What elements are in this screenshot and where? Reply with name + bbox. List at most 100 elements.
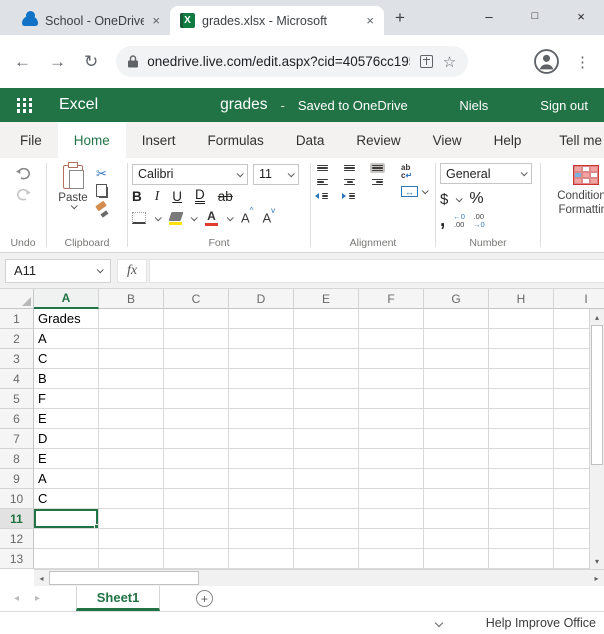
middle-align-icon[interactable] — [342, 163, 357, 173]
wrap-text-icon[interactable]: ab c↵ — [401, 164, 427, 179]
cell-G9[interactable] — [424, 469, 489, 489]
cell-E5[interactable] — [294, 389, 359, 409]
cell-A12[interactable] — [34, 529, 99, 549]
cell-B9[interactable] — [99, 469, 164, 489]
vertical-scrollbar[interactable]: ▴ ▾ — [589, 309, 604, 569]
cell-F10[interactable] — [359, 489, 424, 509]
cell-C10[interactable] — [164, 489, 229, 509]
merge-center-icon[interactable]: ↔ — [401, 186, 418, 197]
cell-B3[interactable] — [99, 349, 164, 369]
cell-D10[interactable] — [229, 489, 294, 509]
increase-indent-icon[interactable] — [342, 191, 363, 201]
cell-H6[interactable] — [489, 409, 554, 429]
scroll-right-icon[interactable]: ▸ — [589, 570, 604, 586]
horizontal-scroll-thumb[interactable] — [49, 571, 199, 585]
cell-B12[interactable] — [99, 529, 164, 549]
redo-icon[interactable] — [15, 188, 32, 201]
bookmark-star-icon[interactable]: ☆ — [443, 53, 456, 71]
app-launcher-icon[interactable] — [17, 98, 32, 113]
cell-F1[interactable] — [359, 309, 424, 329]
profile-avatar-icon[interactable] — [534, 49, 559, 74]
cell-A1[interactable]: Grades — [34, 309, 99, 329]
cell-F2[interactable] — [359, 329, 424, 349]
minimize-button[interactable]: – — [466, 9, 512, 24]
back-icon[interactable]: ← — [14, 52, 31, 72]
row-header-11[interactable]: 11 — [0, 509, 34, 529]
ribbon-tab-data[interactable]: Data — [280, 122, 341, 158]
cell-B2[interactable] — [99, 329, 164, 349]
column-header-H[interactable]: H — [489, 289, 554, 309]
cell-H4[interactable] — [489, 369, 554, 389]
window-close-button[interactable]: × — [558, 9, 604, 24]
cell-D2[interactable] — [229, 329, 294, 349]
cell-C13[interactable] — [164, 549, 229, 569]
bold-button[interactable]: B — [132, 189, 142, 204]
cell-A10[interactable]: C — [34, 489, 99, 509]
cell-E3[interactable] — [294, 349, 359, 369]
row-header-7[interactable]: 7 — [0, 429, 34, 449]
chevron-down-icon[interactable] — [422, 187, 429, 194]
cell-B11[interactable] — [99, 509, 164, 529]
column-header-E[interactable]: E — [294, 289, 359, 309]
undo-icon[interactable] — [15, 167, 32, 180]
cell-C12[interactable] — [164, 529, 229, 549]
cell-D6[interactable] — [229, 409, 294, 429]
cut-icon[interactable]: ✂ — [96, 166, 107, 182]
add-sheet-button[interactable]: + — [196, 590, 213, 607]
cell-G7[interactable] — [424, 429, 489, 449]
row-header-2[interactable]: 2 — [0, 329, 34, 349]
column-header-D[interactable]: D — [229, 289, 294, 309]
cell-F4[interactable] — [359, 369, 424, 389]
url-text[interactable]: onedrive.live.com/edit.aspx?cid=40576cc1… — [147, 54, 410, 69]
font-family-select[interactable]: Calibri — [132, 164, 248, 185]
cell-C3[interactable] — [164, 349, 229, 369]
cell-C7[interactable] — [164, 429, 229, 449]
document-name[interactable]: grades — [220, 96, 267, 114]
cell-D4[interactable] — [229, 369, 294, 389]
browser-menu-icon[interactable]: ⋮ — [575, 53, 590, 71]
cell-E12[interactable] — [294, 529, 359, 549]
increase-decimal-icon[interactable]: .00→0 — [473, 213, 485, 230]
cell-E13[interactable] — [294, 549, 359, 569]
row-header-9[interactable]: 9 — [0, 469, 34, 489]
tab-close-icon[interactable]: × — [150, 13, 162, 28]
cell-H5[interactable] — [489, 389, 554, 409]
cell-D1[interactable] — [229, 309, 294, 329]
cell-D8[interactable] — [229, 449, 294, 469]
cell-C1[interactable] — [164, 309, 229, 329]
cell-D3[interactable] — [229, 349, 294, 369]
browser-tab-grades-xlsx[interactable]: X grades.xlsx - Microsoft × — [170, 6, 384, 35]
chevron-down-icon[interactable] — [435, 619, 443, 627]
ribbon-tab-view[interactable]: View — [417, 122, 478, 158]
horizontal-scrollbar[interactable]: ◂ ▸ — [34, 569, 604, 586]
cell-E11[interactable] — [294, 509, 359, 529]
cell-D7[interactable] — [229, 429, 294, 449]
cell-F11[interactable] — [359, 509, 424, 529]
address-bar[interactable]: onedrive.live.com/edit.aspx?cid=40576cc1… — [116, 46, 468, 77]
cell-G1[interactable] — [424, 309, 489, 329]
formula-input[interactable] — [149, 259, 604, 283]
fill-handle[interactable] — [94, 524, 99, 529]
top-align-icon[interactable] — [315, 163, 330, 173]
ribbon-tab-help[interactable]: Help — [478, 122, 538, 158]
cell-H10[interactable] — [489, 489, 554, 509]
format-painter-icon[interactable] — [95, 203, 108, 216]
number-format-select[interactable]: General — [440, 163, 532, 184]
browser-tab-school-onedrive[interactable]: School - OneDrive × — [12, 6, 170, 35]
tab-close-icon[interactable]: × — [364, 13, 376, 28]
double-underline-button[interactable]: D — [195, 188, 205, 205]
cell-G10[interactable] — [424, 489, 489, 509]
strikethrough-button[interactable]: ab — [218, 189, 233, 204]
align-right-icon[interactable] — [370, 177, 385, 187]
cell-H11[interactable] — [489, 509, 554, 529]
cell-H13[interactable] — [489, 549, 554, 569]
font-size-select[interactable]: 11 — [253, 164, 299, 185]
reload-icon[interactable]: ↻ — [84, 52, 98, 72]
paste-button[interactable]: Paste — [51, 163, 95, 216]
name-box[interactable]: A11 — [5, 259, 111, 283]
cell-G5[interactable] — [424, 389, 489, 409]
cell-A3[interactable]: C — [34, 349, 99, 369]
cell-C5[interactable] — [164, 389, 229, 409]
column-header-F[interactable]: F — [359, 289, 424, 309]
row-header-8[interactable]: 8 — [0, 449, 34, 469]
